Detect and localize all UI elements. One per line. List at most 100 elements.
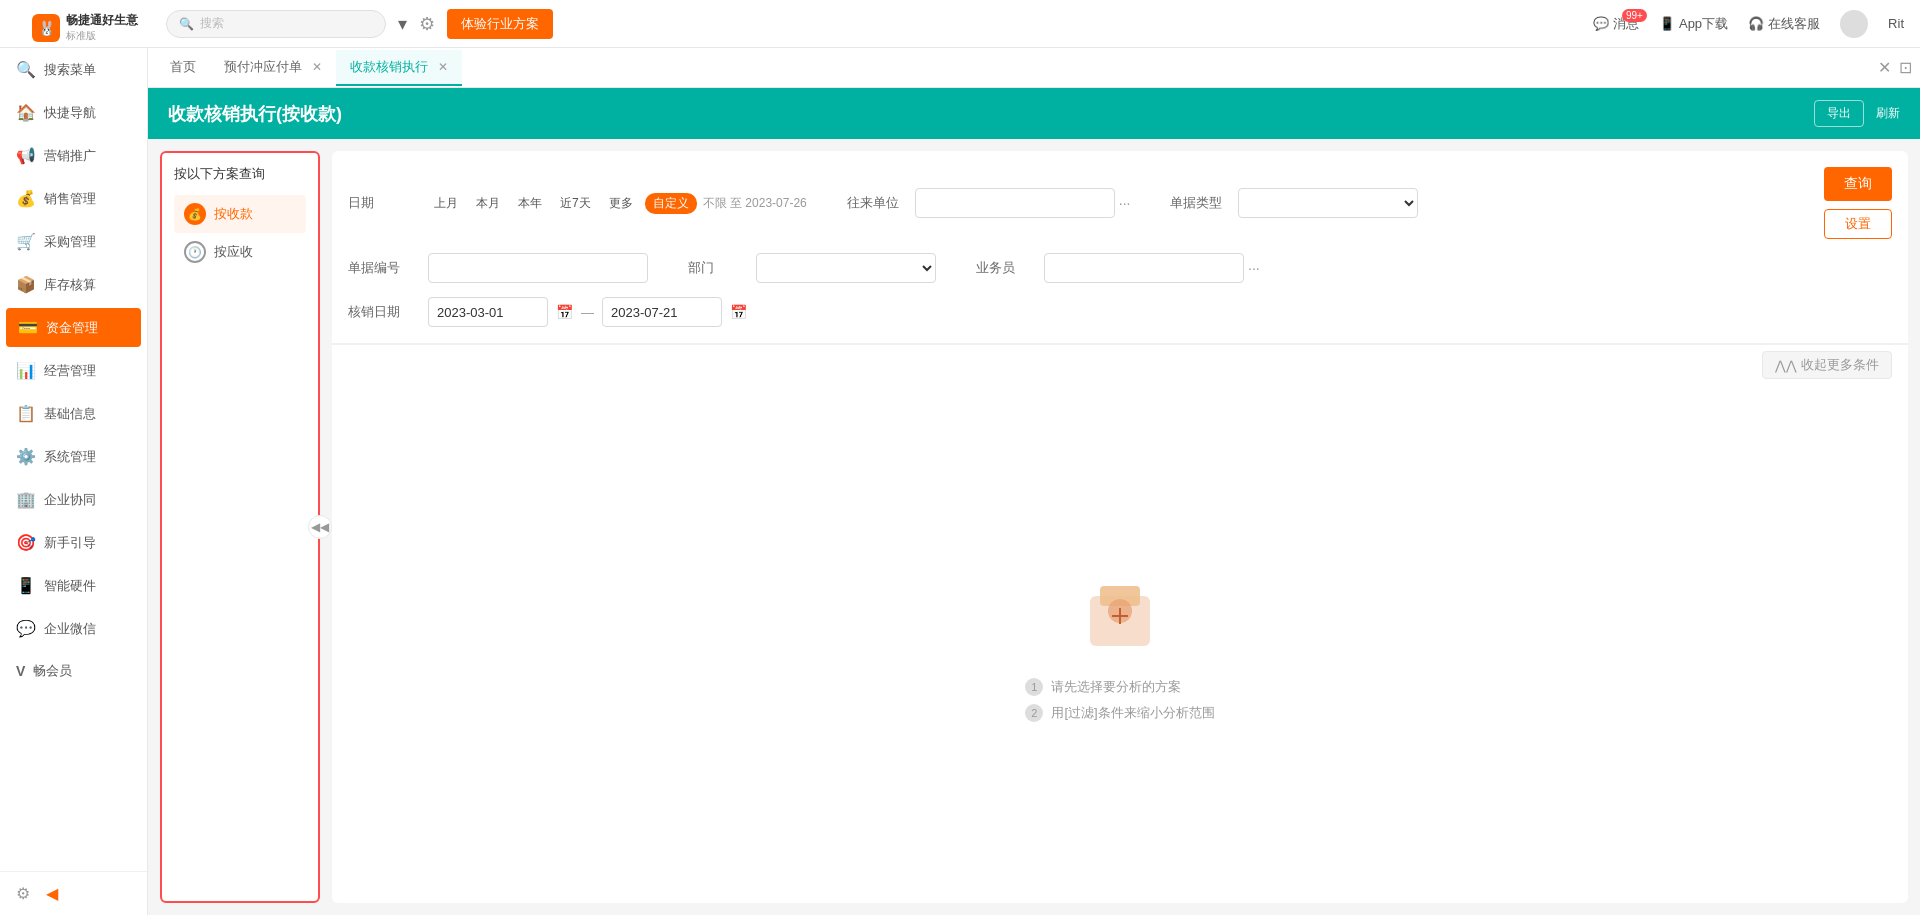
date-shortcuts: 上月 本月 本年 近7天 更多 自定义 不限 至 2023-07-26 — [428, 193, 807, 214]
brand-version: 标准版 — [66, 29, 138, 43]
filter-collapse-button[interactable]: ◀◀ — [308, 515, 332, 539]
dept-label: 部门 — [688, 259, 748, 277]
filter-by-receipt[interactable]: 💰 按收款 — [174, 195, 306, 233]
sidebar-item-quick-nav[interactable]: 🏠 快捷导航 — [0, 91, 147, 134]
staff-label: 业务员 — [976, 259, 1036, 277]
refresh-button[interactable]: 刷新 — [1876, 100, 1900, 127]
footer-settings-icon[interactable]: ⚙ — [16, 884, 30, 903]
message-icon: 💬 — [1593, 16, 1609, 31]
top-bar-right: 💬 消息 99+ 📱 App下载 🎧 在线客服 Rit — [1593, 10, 1904, 38]
end-calendar-icon[interactable]: 📅 — [730, 304, 747, 320]
date-btn-this-month[interactable]: 本月 — [470, 193, 506, 214]
collapse-row: ⋀⋀ 收起更多条件 — [332, 344, 1908, 385]
empty-tips: 1 请先选择要分析的方案 2 用[过滤]条件来缩小分析范围 — [1025, 678, 1214, 722]
funds-icon: 💳 — [18, 318, 38, 337]
brand-icon: 🐰 — [32, 14, 60, 42]
weixin-icon: 💬 — [16, 619, 36, 638]
dropdown-arrow-icon[interactable]: ▾ — [398, 13, 407, 35]
message-button[interactable]: 💬 消息 99+ — [1593, 15, 1639, 33]
counterparty-label: 往来单位 — [847, 194, 907, 212]
sidebar-item-weixin[interactable]: 💬 企业微信 — [0, 607, 147, 650]
collapse-up-icon: ⋀⋀ — [1775, 358, 1797, 373]
date-range-info: 不限 至 2023-07-26 — [703, 195, 807, 212]
system-icon: ⚙️ — [16, 447, 36, 466]
form-row-2: 单据编号 部门 业务员 ··· — [348, 253, 1892, 283]
collapse-conditions-button[interactable]: ⋀⋀ 收起更多条件 — [1762, 351, 1892, 379]
page-title: 收款核销执行(按收款) — [168, 102, 342, 126]
sales-icon: 💰 — [16, 189, 36, 208]
export-button[interactable]: 导出 — [1814, 100, 1864, 127]
date-btn-7days[interactable]: 近7天 — [554, 193, 597, 214]
search-icon: 🔍 — [179, 17, 194, 31]
user-avatar[interactable] — [1840, 10, 1868, 38]
doc-type-label: 单据类型 — [1170, 194, 1230, 212]
empty-illustration — [1070, 566, 1170, 666]
counterparty-input[interactable] — [915, 188, 1115, 218]
sidebar-item-purchase[interactable]: 🛒 采购管理 — [0, 220, 147, 263]
sidebar-item-inventory[interactable]: 📦 库存核算 — [0, 263, 147, 306]
tab-close-writeoff[interactable]: ✕ — [438, 60, 448, 74]
tab-bar: 首页 预付冲应付单 ✕ 收款核销执行 ✕ ✕ ⊡ — [148, 48, 1920, 88]
footer-collapse-icon[interactable]: ◀ — [46, 884, 58, 903]
smart-hw-icon: 📱 — [16, 576, 36, 595]
tab-expand-icon[interactable]: ⊡ — [1899, 58, 1912, 77]
sidebar-item-smart-hw[interactable]: 📱 智能硬件 — [0, 564, 147, 607]
sidebar-item-funds[interactable]: 💳 资金管理 — [6, 308, 141, 347]
counterparty-dots-icon[interactable]: ··· — [1119, 195, 1131, 211]
sidebar-item-search-menu[interactable]: 🔍 搜索菜单 — [0, 48, 147, 91]
settings-gear-icon[interactable]: ⚙ — [419, 13, 435, 35]
page-header-actions: 导出 刷新 — [1814, 100, 1900, 127]
form-row-3: 核销日期 📅 — 📅 — [348, 297, 1892, 327]
staff-dots-icon[interactable]: ··· — [1248, 260, 1260, 276]
writeoff-date-start-input[interactable] — [428, 297, 548, 327]
sidebar-footer: ⚙ ◀ — [0, 871, 147, 915]
sidebar: 🔍 搜索菜单 🏠 快捷导航 📢 营销推广 💰 销售管理 🛒 采购管理 📦 库存核… — [0, 48, 148, 915]
search-placeholder: 搜索 — [200, 15, 224, 32]
customer-service-button[interactable]: 🎧 在线客服 — [1748, 15, 1820, 33]
doc-type-select[interactable] — [1238, 188, 1418, 218]
sidebar-item-operation[interactable]: 📊 经营管理 — [0, 349, 147, 392]
tab-writeoff[interactable]: 收款核销执行 ✕ — [336, 50, 462, 86]
page-header: 收款核销执行(按收款) 导出 刷新 — [148, 88, 1920, 139]
app-download-button[interactable]: 📱 App下载 — [1659, 15, 1728, 33]
sidebar-item-beginner[interactable]: 🎯 新手引导 — [0, 521, 147, 564]
sidebar-item-marketing[interactable]: 📢 营销推广 — [0, 134, 147, 177]
empty-tip-2: 2 用[过滤]条件来缩小分析范围 — [1025, 704, 1214, 722]
purchase-icon: 🛒 — [16, 232, 36, 251]
filter-panel: 按以下方案查询 💰 按收款 🕐 按应收 ◀◀ — [160, 151, 320, 903]
setting-button[interactable]: 设置 — [1824, 209, 1892, 239]
doc-num-label: 单据编号 — [348, 259, 408, 277]
writeoff-date-end-input[interactable] — [602, 297, 722, 327]
industry-button[interactable]: 体验行业方案 — [447, 9, 553, 39]
marketing-icon: 📢 — [16, 146, 36, 165]
date-btn-more[interactable]: 更多 — [603, 193, 639, 214]
query-area: 日期 上月 本月 本年 近7天 更多 自定义 不限 至 2023-07-26 往… — [332, 151, 1908, 903]
query-form: 日期 上月 本月 本年 近7天 更多 自定义 不限 至 2023-07-26 往… — [332, 151, 1908, 344]
sidebar-item-system[interactable]: ⚙️ 系统管理 — [0, 435, 147, 478]
dept-select[interactable] — [756, 253, 936, 283]
headphone-icon: 🎧 — [1748, 16, 1764, 31]
date-btn-this-year[interactable]: 本年 — [512, 193, 548, 214]
tab-close-prepay[interactable]: ✕ — [312, 60, 322, 74]
enterprise-icon: 🏢 — [16, 490, 36, 509]
date-btn-custom[interactable]: 自定义 — [645, 193, 697, 214]
date-label: 日期 — [348, 194, 408, 212]
tab-close-window-icon[interactable]: ✕ — [1878, 58, 1891, 77]
sidebar-item-member[interactable]: V 畅会员 — [0, 650, 147, 692]
staff-input[interactable] — [1044, 253, 1244, 283]
query-button[interactable]: 查询 — [1824, 167, 1892, 201]
sidebar-item-sales[interactable]: 💰 销售管理 — [0, 177, 147, 220]
member-v-icon: V — [16, 663, 25, 679]
filter-panel-title: 按以下方案查询 — [174, 165, 306, 183]
date-btn-last-month[interactable]: 上月 — [428, 193, 464, 214]
sidebar-item-enterprise[interactable]: 🏢 企业协同 — [0, 478, 147, 521]
tab-home[interactable]: 首页 — [156, 50, 210, 86]
operation-icon: 📊 — [16, 361, 36, 380]
sidebar-item-basic-info[interactable]: 📋 基础信息 — [0, 392, 147, 435]
filter-by-receivable[interactable]: 🕐 按应收 — [174, 233, 306, 271]
doc-num-input[interactable] — [428, 253, 648, 283]
tab-prepay[interactable]: 预付冲应付单 ✕ — [210, 50, 336, 86]
empty-state: 1 请先选择要分析的方案 2 用[过滤]条件来缩小分析范围 — [332, 385, 1908, 903]
top-search-bar[interactable]: 🔍 搜索 — [166, 10, 386, 38]
start-calendar-icon[interactable]: 📅 — [556, 304, 573, 320]
